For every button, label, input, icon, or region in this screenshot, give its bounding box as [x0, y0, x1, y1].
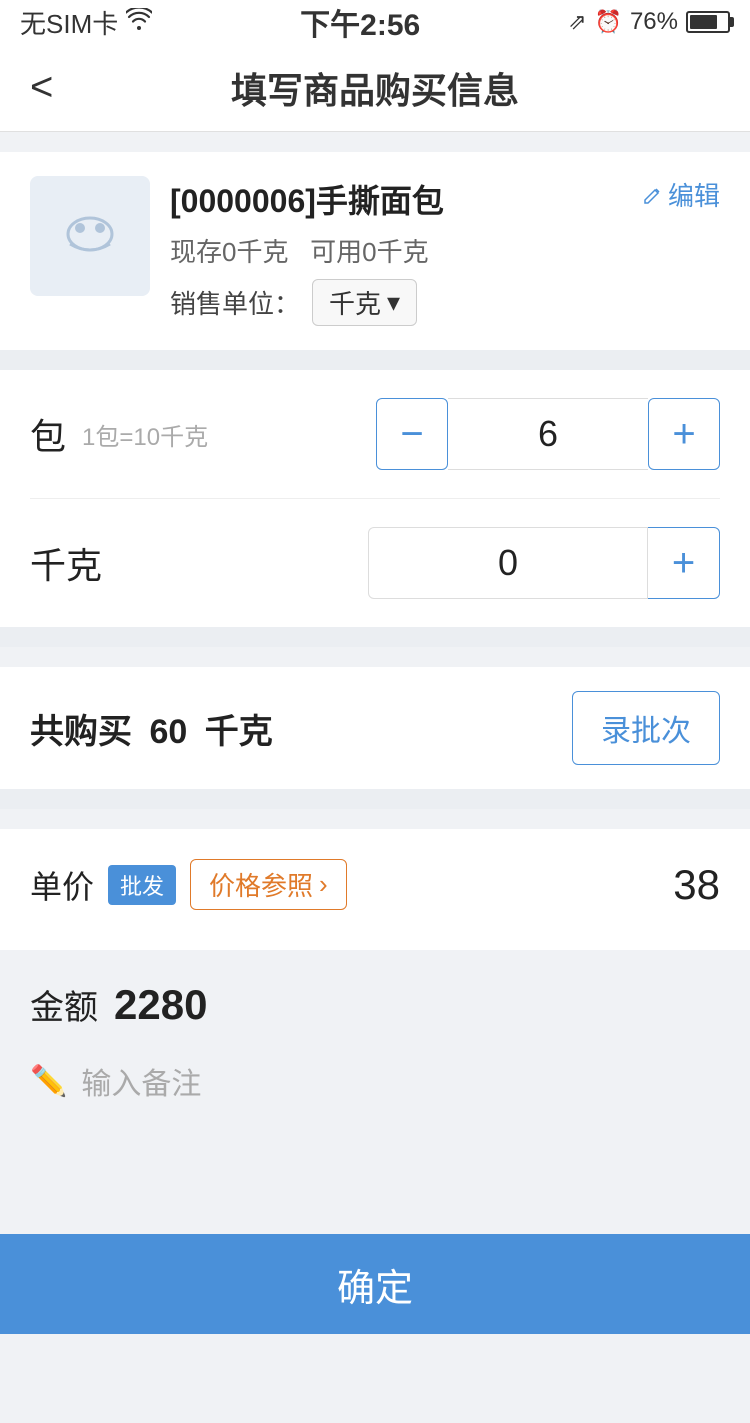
back-button[interactable]: < [30, 65, 53, 110]
section-divider-1 [0, 350, 750, 370]
kg-quantity-input[interactable] [368, 527, 648, 599]
note-icon: ✏️ [30, 1064, 67, 1099]
status-left: 无SIM卡 [20, 4, 152, 41]
quantity-control-bag: − + [376, 398, 720, 470]
bag-label: 包 [30, 408, 66, 460]
quantity-label-kg: 千克 [30, 537, 102, 589]
bag-minus-button[interactable]: − [376, 398, 448, 470]
amount-section: 金额 2280 ✏️ 输入备注 [0, 950, 750, 1123]
product-info: [0000006]手撕面包 编辑 现存0千克 可用0千克 销售单位： 千克 ▾ [170, 176, 720, 326]
product-image [30, 176, 150, 296]
battery-icon [686, 11, 730, 33]
product-name: [0000006]手撕面包 [170, 176, 444, 222]
battery-percent: 76% [630, 8, 678, 36]
product-unit-row: 销售单位： 千克 ▾ [170, 279, 720, 326]
bag-sublabel: 1包=10千克 [82, 417, 208, 452]
total-section: 共购买 60 千克 录批次 [0, 667, 750, 789]
section-divider-3 [0, 789, 750, 809]
amount-row: 金额 2280 [30, 980, 720, 1029]
product-placeholder-icon [60, 206, 120, 266]
quantity-row-kg: 千克 + [30, 499, 720, 627]
total-text: 共购买 60 千克 [30, 704, 273, 753]
quantity-row-bag: 包 1包=10千克 − + [30, 370, 720, 499]
quantity-label-bag: 包 1包=10千克 [30, 408, 208, 460]
edit-button[interactable]: 编辑 [642, 176, 720, 213]
product-stock: 现存0千克 可用0千克 [170, 232, 720, 269]
chevron-right-icon: › [319, 869, 328, 900]
kg-plus-button[interactable]: + [648, 527, 720, 599]
alarm-icon: ⏰ [595, 9, 622, 35]
quantity-section: 包 1包=10千克 − + 千克 + [0, 370, 750, 627]
status-right: ⇗ ⏰ 76% [568, 8, 730, 36]
kg-label: 千克 [30, 537, 102, 589]
nav-bar: < 填写商品购买信息 [0, 44, 750, 132]
status-time: 下午2:56 [300, 0, 420, 44]
bag-quantity-input[interactable] [448, 398, 648, 470]
amount-value: 2280 [114, 981, 207, 1029]
note-row[interactable]: ✏️ 输入备注 [30, 1049, 720, 1123]
wifi-icon [126, 8, 152, 36]
chevron-down-icon: ▾ [387, 287, 400, 318]
note-placeholder: 输入备注 [81, 1059, 201, 1103]
bag-plus-button[interactable]: + [648, 398, 720, 470]
edit-icon [642, 184, 664, 206]
quantity-control-kg: + [368, 527, 720, 599]
price-left: 单价 批发 价格参照 › [30, 859, 347, 910]
location-icon: ⇗ [568, 9, 586, 35]
page-title: 填写商品购买信息 [231, 62, 519, 114]
product-card: [0000006]手撕面包 编辑 现存0千克 可用0千克 销售单位： 千克 ▾ [0, 152, 750, 350]
price-type-tag: 批发 [108, 865, 176, 905]
price-label: 单价 [30, 862, 94, 908]
price-section: 单价 批发 价格参照 › 38 [0, 829, 750, 950]
section-divider-2 [0, 627, 750, 647]
price-value: 38 [673, 861, 720, 909]
amount-label: 金额 [30, 980, 98, 1029]
unit-select[interactable]: 千克 ▾ [312, 279, 417, 326]
status-bar: 无SIM卡 下午2:56 ⇗ ⏰ 76% [0, 0, 750, 44]
batch-button[interactable]: 录批次 [572, 691, 720, 765]
price-row: 单价 批发 价格参照 › 38 [30, 859, 720, 910]
confirm-button[interactable]: 确定 [0, 1234, 750, 1334]
carrier-label: 无SIM卡 [20, 4, 118, 41]
price-ref-button[interactable]: 价格参照 › [190, 859, 347, 910]
